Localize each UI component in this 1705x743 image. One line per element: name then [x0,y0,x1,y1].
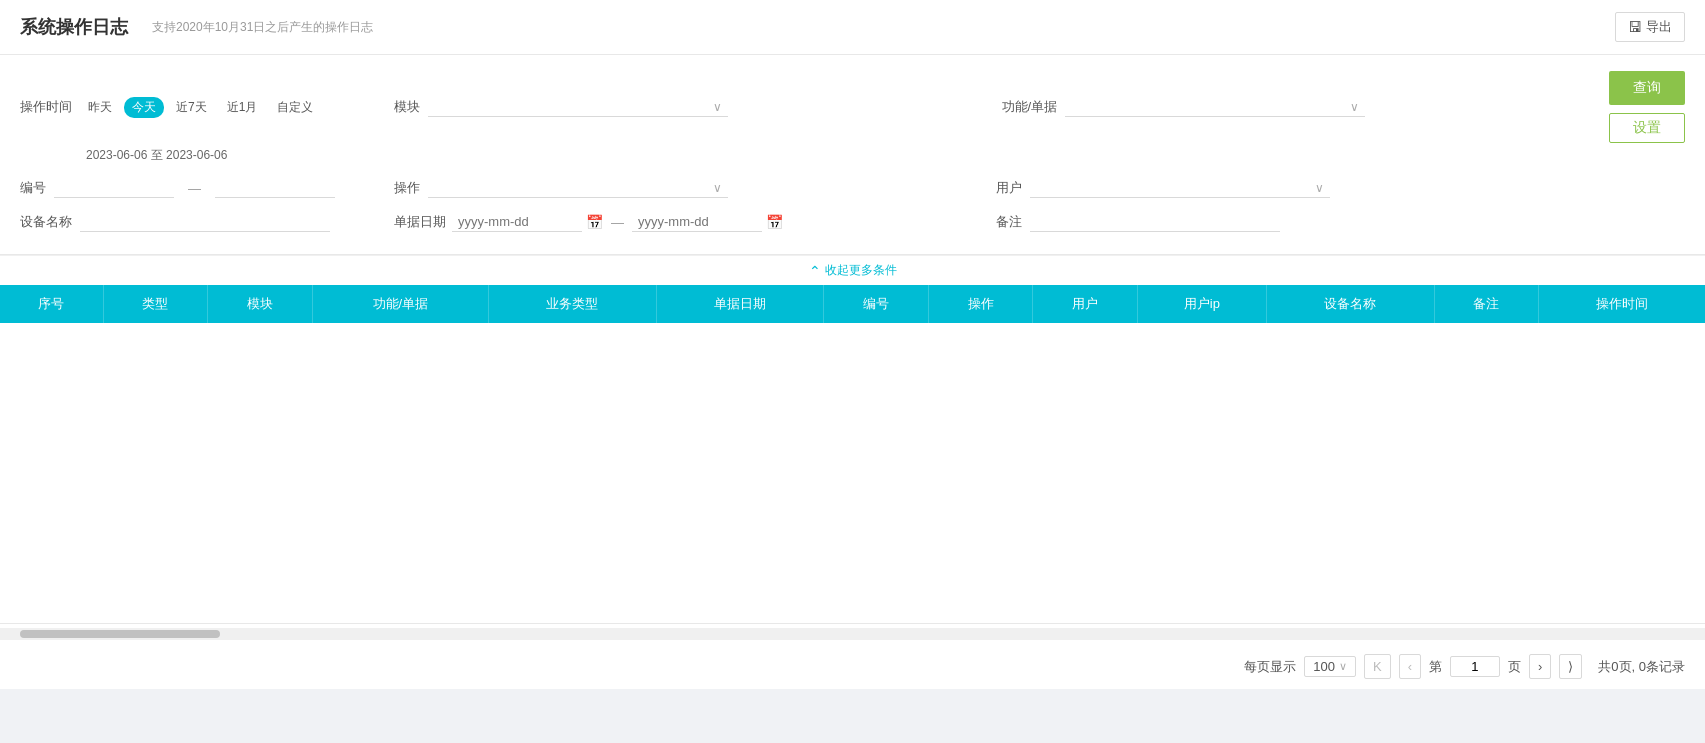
operation-label: 操作 [394,179,420,197]
col-voucher-date: 单据日期 [656,285,824,323]
col-module: 模块 [208,285,312,323]
device-input[interactable] [80,212,330,232]
date-end-input[interactable] [632,212,762,232]
col-biz-type: 业务类型 [489,285,657,323]
page-size-label: 每页显示 [1244,658,1296,676]
collapse-bar[interactable]: ⌃ 收起更多条件 [0,255,1705,285]
export-icon: 🖫 [1628,19,1642,35]
module-filter: 模块 ∨ [394,98,978,117]
col-function: 功能/单据 [312,285,488,323]
module-select[interactable]: ∨ [428,98,728,117]
time-filter: 操作时间 昨天 今天 近7天 近1月 自定义 [20,97,370,118]
col-user: 用户 [1033,285,1137,323]
user-select[interactable]: ∨ [1030,179,1330,198]
empty-area [0,323,1705,623]
collapse-up-icon: ⌃ [809,263,821,279]
page-size-select[interactable]: 100 ∨ [1304,656,1356,677]
time-option-7days[interactable]: 近7天 [168,97,215,118]
last-page-button[interactable]: ⟩ [1559,654,1582,679]
number-label: 编号 [20,179,46,197]
time-label: 操作时间 [20,98,72,116]
page-header: 系统操作日志 支持2020年10月31日之后产生的操作日志 🖫 导出 [0,0,1705,55]
number-start-input[interactable] [54,178,174,198]
col-user-ip: 用户ip [1137,285,1266,323]
pagination-bar: 每页显示 100 ∨ K ‹ 第 页 › ⟩ 共0页, 0条记录 [0,644,1705,689]
horizontal-scrollbar[interactable] [0,628,1705,640]
setting-button[interactable]: 设置 [1609,113,1685,143]
remark-filter: 备注 [996,212,1574,232]
prev-page-button[interactable]: ‹ [1399,654,1421,679]
chevron-down-icon4: ∨ [1315,181,1324,195]
operation-filter: 操作 ∨ [394,179,972,198]
function-filter: 功能/单据 ∨ [1002,98,1586,117]
time-option-custom[interactable]: 自定义 [269,97,321,118]
function-select[interactable]: ∨ [1065,98,1365,117]
voucher-date-filter: 单据日期 📅 — 📅 [394,212,972,232]
collapse-label: 收起更多条件 [825,262,897,279]
page-end-label: 页 [1508,658,1521,676]
export-button[interactable]: 🖫 导出 [1615,12,1685,42]
remark-label: 备注 [996,213,1022,231]
chevron-down-icon: ∨ [713,100,722,114]
date-range-display: 2023-06-06 至 2023-06-06 [86,148,227,162]
date-range-input: 📅 — 📅 [452,212,783,232]
filter-area: 操作时间 昨天 今天 近7天 近1月 自定义 模块 ∨ 功能/单据 ∨ [0,55,1705,255]
date-separator: — [611,215,624,230]
first-page-button[interactable]: K [1364,654,1391,679]
page-number-input[interactable] [1450,656,1500,677]
number-dash: — [188,181,201,196]
time-option-today[interactable]: 今天 [124,97,164,118]
time-options: 昨天 今天 近7天 近1月 自定义 [80,97,321,118]
user-label: 用户 [996,179,1022,197]
device-filter: 设备名称 [20,212,370,232]
operation-select[interactable]: ∨ [428,179,728,198]
next-page-button[interactable]: › [1529,654,1551,679]
page-label: 第 [1429,658,1442,676]
col-operation: 操作 [928,285,1032,323]
number-filter: 编号 — [20,178,370,198]
user-filter: 用户 ∨ [996,179,1574,198]
col-type: 类型 [103,285,207,323]
calendar-end-icon[interactable]: 📅 [766,214,783,230]
chevron-down-icon3: ∨ [713,181,722,195]
col-remark: 备注 [1434,285,1538,323]
table-header: 序号 类型 模块 功能/单据 业务类型 单据日期 编号 操作 用户 用户ip 设… [0,285,1705,323]
col-number: 编号 [824,285,928,323]
page-subtitle: 支持2020年10月31日之后产生的操作日志 [152,19,373,36]
table-container: 序号 类型 模块 功能/单据 业务类型 单据日期 编号 操作 用户 用户ip 设… [0,285,1705,623]
scrollbar-thumb [20,630,220,638]
page-size-value: 100 [1313,659,1335,674]
scrollbar-area [0,623,1705,644]
remark-input[interactable] [1030,212,1280,232]
col-op-time: 操作时间 [1538,285,1705,323]
number-end-input[interactable] [215,178,335,198]
data-table: 序号 类型 模块 功能/单据 业务类型 单据日期 编号 操作 用户 用户ip 设… [0,285,1705,323]
function-label: 功能/单据 [1002,98,1058,116]
date-start-input[interactable] [452,212,582,232]
query-button[interactable]: 查询 [1609,71,1685,105]
calendar-start-icon[interactable]: 📅 [586,214,603,230]
export-label: 导出 [1646,18,1672,36]
col-device: 设备名称 [1266,285,1434,323]
col-index: 序号 [0,285,103,323]
page-title: 系统操作日志 [20,15,128,39]
action-buttons: 查询 设置 [1609,71,1685,143]
chevron-down-icon2: ∨ [1350,100,1359,114]
voucher-date-label: 单据日期 [394,213,446,231]
module-label: 模块 [394,98,420,116]
page-size-chevron: ∨ [1339,660,1347,673]
time-option-yesterday[interactable]: 昨天 [80,97,120,118]
time-option-1month[interactable]: 近1月 [219,97,266,118]
total-info: 共0页, 0条记录 [1598,658,1685,676]
device-label: 设备名称 [20,213,72,231]
